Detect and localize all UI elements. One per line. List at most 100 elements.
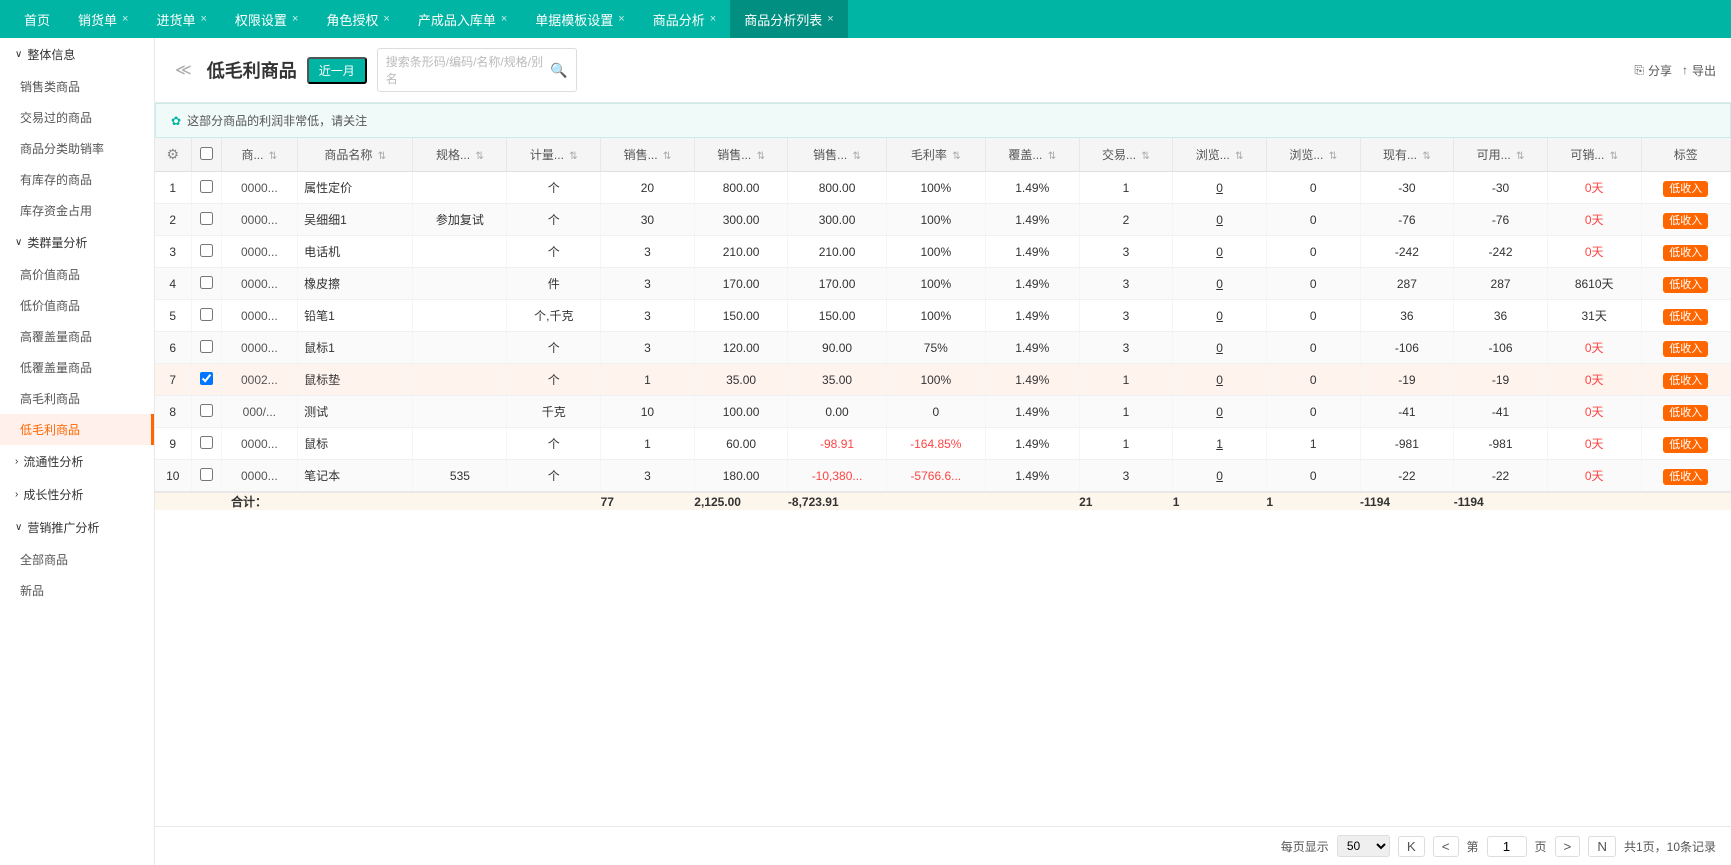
per-page-select[interactable]: 50 100 200 <box>1337 835 1390 857</box>
row-views1[interactable]: 0 <box>1173 236 1267 268</box>
nav-template-settings[interactable]: 单据模板设置 × <box>521 0 638 38</box>
row-checkbox[interactable] <box>200 212 213 225</box>
sidebar-item-capital-usage[interactable]: 库存资金占用 <box>0 195 154 226</box>
sidebar-item-high-margin[interactable]: 高毛利商品 <box>0 383 154 414</box>
col-transactions[interactable]: 交易... ⇅ <box>1079 138 1173 172</box>
row-checkbox-cell[interactable] <box>191 364 221 396</box>
close-icon[interactable]: × <box>122 13 128 25</box>
row-views1[interactable]: 0 <box>1173 332 1267 364</box>
col-views2[interactable]: 浏览... ⇅ <box>1266 138 1360 172</box>
sidebar-group-title-cluster[interactable]: ∨ 类群量分析 <box>0 226 154 259</box>
col-spec[interactable]: 规格... ⇅ <box>413 138 507 172</box>
row-name[interactable]: 吴细细1 <box>298 204 413 236</box>
close-icon[interactable]: × <box>501 13 507 25</box>
close-icon[interactable]: × <box>827 13 833 25</box>
search-box[interactable]: 搜索条形码/编码/名称/规格/别名 🔍 <box>377 48 577 92</box>
row-checkbox[interactable] <box>200 340 213 353</box>
col-code[interactable]: 商... ⇅ <box>221 138 298 172</box>
row-views1[interactable]: 1 <box>1173 428 1267 460</box>
row-checkbox[interactable] <box>200 468 213 481</box>
row-checkbox[interactable] <box>200 244 213 257</box>
first-page-button[interactable]: K <box>1398 836 1425 857</box>
sidebar-item-high-value[interactable]: 高价值商品 <box>0 259 154 290</box>
prev-page-button[interactable]: < <box>1433 836 1459 857</box>
col-sales-qty[interactable]: 销售... ⇅ <box>601 138 695 172</box>
sidebar-item-sales-products[interactable]: 销售类商品 <box>0 71 154 102</box>
col-sales-price[interactable]: 销售... ⇅ <box>694 138 788 172</box>
row-checkbox-cell[interactable] <box>191 332 221 364</box>
sidebar-item-new-products[interactable]: 新品 <box>0 575 154 606</box>
nav-product-entry[interactable]: 产成品入库单 × <box>404 0 521 38</box>
row-checkbox-cell[interactable] <box>191 428 221 460</box>
row-views1[interactable]: 0 <box>1173 364 1267 396</box>
nav-product-analysis-list[interactable]: 商品分析列表 × <box>730 0 847 38</box>
page-number-input[interactable] <box>1487 836 1527 857</box>
nav-product-analysis[interactable]: 商品分析 × <box>639 0 730 38</box>
sidebar-item-low-coverage[interactable]: 低覆盖量商品 <box>0 352 154 383</box>
row-checkbox[interactable] <box>200 180 213 193</box>
row-views1[interactable]: 0 <box>1173 396 1267 428</box>
last-page-button[interactable]: N <box>1588 836 1616 857</box>
row-checkbox-cell[interactable] <box>191 172 221 204</box>
row-name[interactable]: 鼠标 <box>298 428 413 460</box>
row-name[interactable]: 鼠标垫 <box>298 364 413 396</box>
row-views1[interactable]: 0 <box>1173 460 1267 493</box>
sidebar-item-low-margin[interactable]: 低毛利商品 <box>0 414 154 445</box>
col-name[interactable]: 商品名称 ⇅ <box>298 138 413 172</box>
row-checkbox[interactable] <box>200 308 213 321</box>
row-checkbox[interactable] <box>200 404 213 417</box>
date-filter-button[interactable]: 近一月 <box>307 57 367 84</box>
nav-purchase-order[interactable]: 进货单 × <box>142 0 220 38</box>
sidebar-collapse-button[interactable]: ≪ <box>170 60 197 80</box>
row-name[interactable]: 电话机 <box>298 236 413 268</box>
row-views1[interactable]: 0 <box>1173 204 1267 236</box>
sidebar-item-category-sales-rate[interactable]: 商品分类助销率 <box>0 133 154 164</box>
nav-permissions[interactable]: 权限设置 × <box>221 0 312 38</box>
row-checkbox[interactable] <box>200 372 213 385</box>
row-name[interactable]: 笔记本 <box>298 460 413 493</box>
row-name[interactable]: 属性定价 <box>298 172 413 204</box>
row-name[interactable]: 鼠标1 <box>298 332 413 364</box>
share-button[interactable]: ⎘ 分享 <box>1634 62 1672 79</box>
close-icon[interactable]: × <box>618 13 624 25</box>
row-checkbox[interactable] <box>200 276 213 289</box>
select-all-checkbox[interactable] <box>200 147 213 160</box>
row-name[interactable]: 测试 <box>298 396 413 428</box>
col-sales-amount[interactable]: 销售... ⇅ <box>788 138 886 172</box>
sidebar-group-title-circulation[interactable]: › 流通性分析 <box>0 445 154 478</box>
sidebar-item-all-products[interactable]: 全部商品 <box>0 544 154 575</box>
col-unit[interactable]: 计量... ⇅ <box>507 138 601 172</box>
export-button[interactable]: ↑ 导出 <box>1682 62 1716 79</box>
row-views1[interactable]: 0 <box>1173 268 1267 300</box>
sidebar-item-in-stock[interactable]: 有库存的商品 <box>0 164 154 195</box>
close-icon[interactable]: × <box>292 13 298 25</box>
sidebar-group-title-marketing[interactable]: ∨ 营销推广分析 <box>0 511 154 544</box>
col-available[interactable]: 可用... ⇅ <box>1454 138 1548 172</box>
row-checkbox-cell[interactable] <box>191 396 221 428</box>
close-icon[interactable]: × <box>710 13 716 25</box>
nav-sales-order[interactable]: 销货单 × <box>64 0 142 38</box>
sidebar-item-traded-products[interactable]: 交易过的商品 <box>0 102 154 133</box>
nav-role-auth[interactable]: 角色授权 × <box>312 0 403 38</box>
row-checkbox-cell[interactable] <box>191 300 221 332</box>
row-views1[interactable]: 0 <box>1173 172 1267 204</box>
row-name[interactable]: 铅笔1 <box>298 300 413 332</box>
gear-icon[interactable]: ⚙ <box>166 146 179 163</box>
next-page-button[interactable]: > <box>1555 836 1581 857</box>
row-checkbox-cell[interactable] <box>191 204 221 236</box>
row-checkbox-cell[interactable] <box>191 460 221 493</box>
close-icon[interactable]: × <box>200 13 206 25</box>
row-checkbox-cell[interactable] <box>191 236 221 268</box>
sidebar-group-title-overall[interactable]: ∨ 整体信息 <box>0 38 154 71</box>
col-sellable[interactable]: 可销... ⇅ <box>1547 138 1641 172</box>
sidebar-item-high-coverage[interactable]: 高覆盖量商品 <box>0 321 154 352</box>
sidebar-item-low-value[interactable]: 低价值商品 <box>0 290 154 321</box>
close-icon[interactable]: × <box>383 13 389 25</box>
row-views1[interactable]: 0 <box>1173 300 1267 332</box>
col-gross-margin[interactable]: 毛利率 ⇅ <box>886 138 985 172</box>
row-checkbox-cell[interactable] <box>191 268 221 300</box>
sidebar-group-title-growth[interactable]: › 成长性分析 <box>0 478 154 511</box>
col-current-stock[interactable]: 现有... ⇅ <box>1360 138 1454 172</box>
nav-home[interactable]: 首页 <box>10 0 64 38</box>
row-name[interactable]: 橡皮擦 <box>298 268 413 300</box>
